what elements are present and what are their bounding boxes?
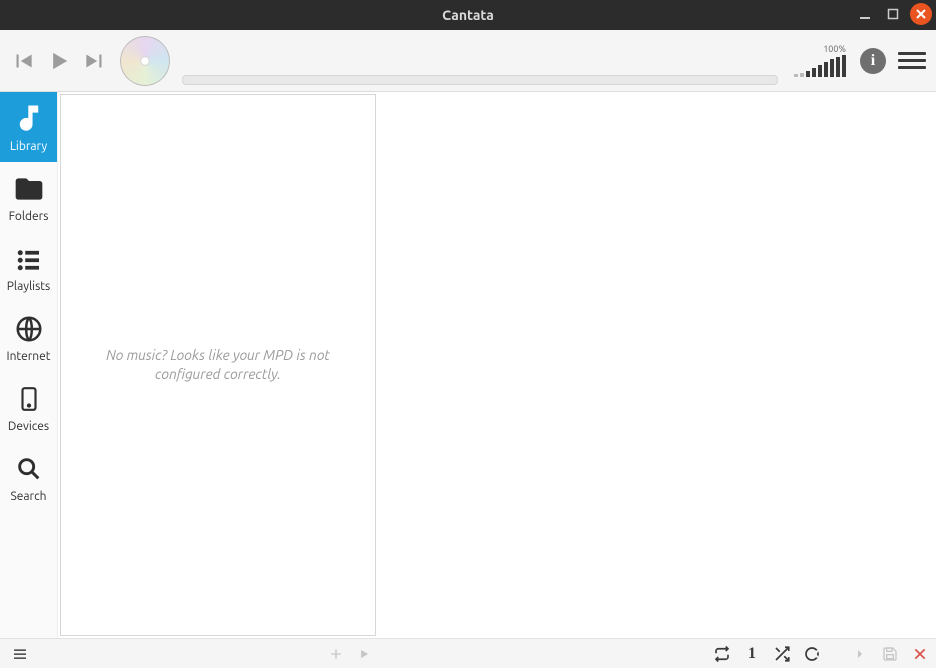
playqueue-panel — [380, 92, 936, 638]
bottom-toolbar: 1 — [0, 638, 936, 668]
clear-queue-button[interactable] — [910, 644, 930, 664]
window-titlebar: Cantata — [0, 0, 936, 30]
sidebar-item-folders[interactable]: Folders — [0, 162, 57, 232]
maximize-button[interactable] — [882, 3, 904, 25]
shuffle-button[interactable] — [772, 644, 792, 664]
content-area: No music? Looks like your MPD is not con… — [58, 92, 936, 638]
folder-icon — [13, 172, 45, 206]
album-art-placeholder-icon — [120, 36, 170, 86]
volume-percent-label: 100% — [823, 45, 846, 54]
previous-track-button[interactable] — [8, 46, 38, 76]
seek-slider[interactable] — [182, 75, 778, 85]
sidebar-item-label: Folders — [9, 210, 49, 223]
sidebar-item-search[interactable]: Search — [0, 442, 57, 512]
library-panel: No music? Looks like your MPD is not con… — [60, 94, 376, 636]
close-button[interactable] — [910, 3, 932, 25]
device-icon — [16, 382, 42, 416]
sidebar-item-label: Library — [10, 140, 47, 153]
volume-bars-icon — [794, 55, 846, 77]
sidebar-item-devices[interactable]: Devices — [0, 372, 57, 442]
hamburger-menu-button[interactable] — [898, 47, 926, 75]
sidebar: Library Folders Playlists Internet Devic… — [0, 92, 58, 638]
save-queue-button[interactable] — [880, 644, 900, 664]
window-controls — [854, 3, 932, 25]
add-to-queue-button[interactable] — [326, 644, 346, 664]
view-mode-button[interactable] — [10, 644, 30, 664]
sidebar-item-label: Internet — [7, 350, 51, 363]
globe-icon — [14, 312, 44, 346]
list-icon — [14, 242, 44, 276]
sidebar-item-internet[interactable]: Internet — [0, 302, 57, 372]
single-mode-button[interactable]: 1 — [742, 644, 762, 664]
consume-mode-button[interactable] — [802, 644, 822, 664]
play-button[interactable] — [44, 46, 74, 76]
sidebar-item-playlists[interactable]: Playlists — [0, 232, 57, 302]
main-area: Library Folders Playlists Internet Devic… — [0, 92, 936, 638]
library-empty-message: No music? Looks like your MPD is not con… — [85, 346, 352, 384]
volume-indicator[interactable]: 100% — [794, 45, 846, 77]
sidebar-item-library[interactable]: Library — [0, 92, 57, 162]
center-current-button[interactable] — [850, 644, 870, 664]
minimize-button[interactable] — [854, 3, 876, 25]
next-track-button[interactable] — [80, 46, 110, 76]
window-title: Cantata — [0, 7, 936, 23]
progress-area — [176, 30, 778, 91]
playback-toolbar: 100% i — [0, 30, 936, 92]
repeat-button[interactable] — [712, 644, 732, 664]
music-note-icon — [12, 102, 46, 136]
search-icon — [15, 452, 43, 486]
sidebar-item-label: Search — [10, 490, 46, 503]
sidebar-item-label: Devices — [8, 420, 49, 433]
sidebar-item-label: Playlists — [7, 280, 50, 293]
play-selection-button[interactable] — [354, 644, 374, 664]
info-button[interactable]: i — [860, 48, 886, 74]
